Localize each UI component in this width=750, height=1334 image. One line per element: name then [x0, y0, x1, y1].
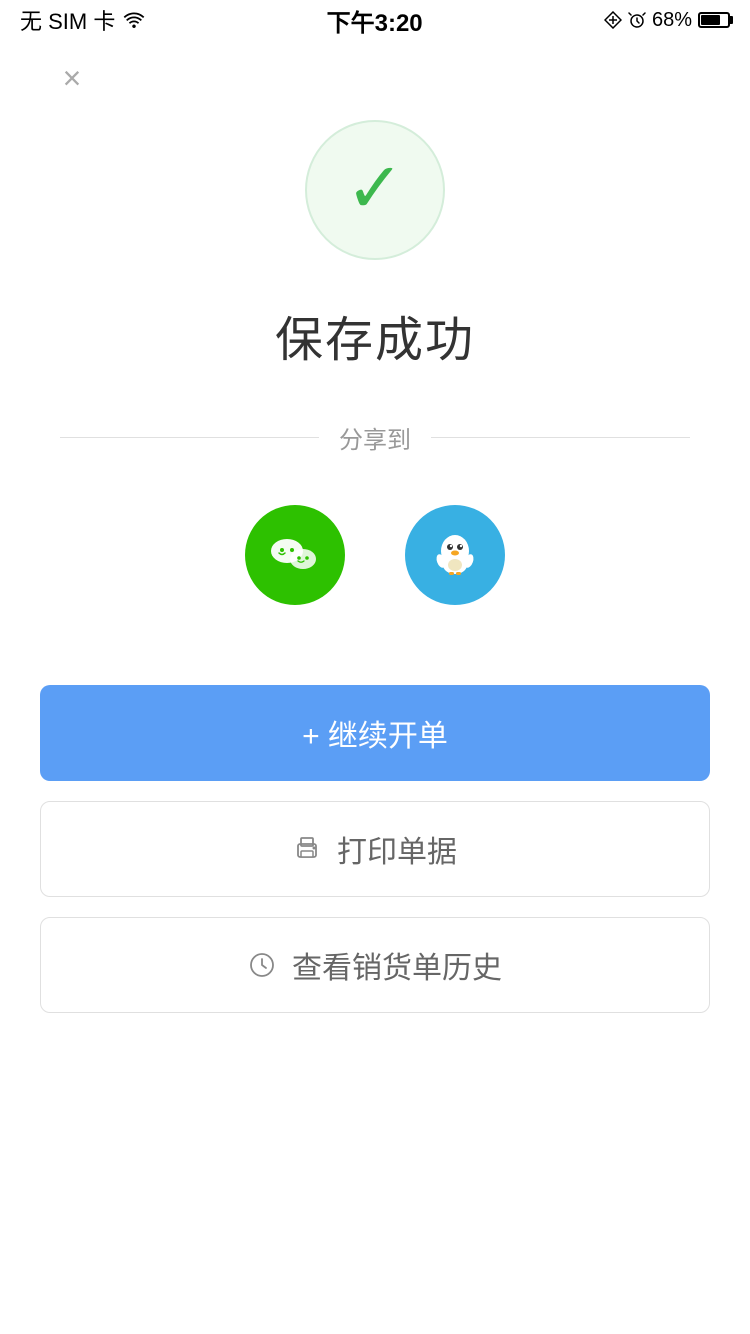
- share-icons-container: [245, 505, 505, 605]
- history-button[interactable]: 查看销货单历史: [40, 917, 710, 1013]
- status-bar: 无 SIM 卡 下午3:20 68%: [0, 0, 750, 40]
- main-content: ✓ 保存成功 分享到: [0, 40, 750, 1013]
- wechat-share-button[interactable]: [245, 505, 345, 605]
- qq-share-button[interactable]: [405, 505, 505, 605]
- divider-line-left: [60, 437, 319, 438]
- checkmark-icon: ✓: [346, 153, 405, 223]
- status-right: 68%: [604, 9, 730, 32]
- share-label: 分享到: [319, 420, 431, 455]
- clock-icon: [248, 951, 276, 979]
- alarm-icon: [628, 11, 646, 29]
- success-circle: ✓: [305, 120, 445, 260]
- success-title: 保存成功: [275, 300, 475, 370]
- close-icon: ×: [63, 62, 82, 94]
- status-left: 无 SIM 卡: [20, 4, 145, 36]
- print-button-label: 打印单据: [337, 827, 457, 871]
- location-icon: [604, 11, 622, 29]
- continue-button-label: + 继续开单: [302, 711, 448, 755]
- qq-icon: [427, 527, 483, 583]
- share-divider: 分享到: [0, 420, 750, 455]
- status-time: 下午3:20: [327, 3, 423, 38]
- printer-icon: [293, 835, 321, 863]
- continue-button[interactable]: + 继续开单: [40, 685, 710, 781]
- wechat-icon: [265, 525, 325, 585]
- battery-percent: 68%: [652, 9, 692, 32]
- action-buttons-container: + 继续开单 打印单据 查看销货单历史: [0, 685, 750, 1013]
- print-button[interactable]: 打印单据: [40, 801, 710, 897]
- history-button-label: 查看销货单历史: [292, 943, 502, 987]
- wifi-icon: [123, 12, 145, 28]
- battery-icon: [698, 12, 730, 28]
- divider-line-right: [431, 437, 690, 438]
- no-sim-text: 无 SIM 卡: [20, 4, 115, 36]
- close-button[interactable]: ×: [50, 56, 94, 100]
